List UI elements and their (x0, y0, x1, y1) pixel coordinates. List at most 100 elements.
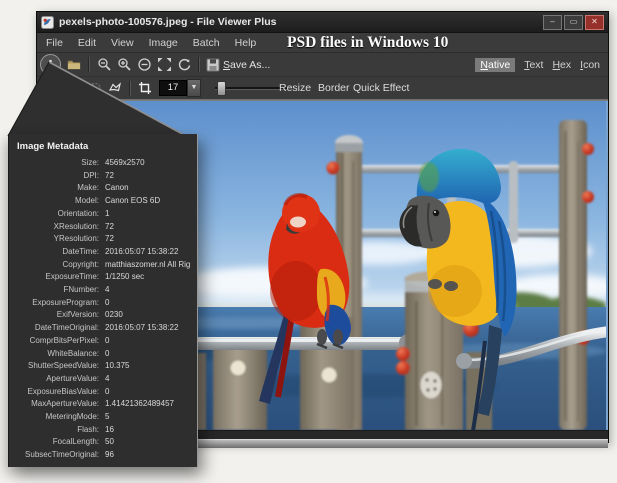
menu-item[interactable]: File (46, 37, 63, 49)
edit-action-button[interactable]: Resize (279, 77, 311, 99)
desktop-background: pexels-photo-100576.jpeg - File Viewer P… (0, 0, 617, 483)
metadata-row: YResolution: 72 (15, 233, 190, 246)
menu-item[interactable]: Edit (78, 37, 96, 49)
metadata-label: DateTime: (15, 246, 99, 259)
metadata-row: MeteringMode: 5 (15, 411, 190, 424)
metadata-value: 0 (105, 348, 190, 361)
metadata-value: 1.41421362489457 (105, 398, 190, 411)
maximize-button[interactable]: ▭ (564, 15, 583, 30)
minimize-button[interactable]: – (543, 15, 562, 30)
fit-window-button[interactable] (154, 55, 174, 74)
metadata-value: 4569x2570 (105, 157, 190, 170)
metadata-label: Model: (15, 195, 99, 208)
zoom-in-icon (117, 57, 132, 72)
metadata-value: Canon EOS 6D (105, 195, 190, 208)
metadata-row: DateTime: 2016:05:07 15:38:22 (15, 246, 190, 259)
metadata-row: ExposureProgram: 0 (15, 297, 190, 310)
metadata-row: Model: Canon EOS 6D (15, 195, 190, 208)
view-tab[interactable]: Native (475, 58, 515, 72)
metadata-row: ShutterSpeedValue: 10.375 (15, 360, 190, 373)
metadata-row: Orientation: 1 (15, 208, 190, 221)
page-caption: PSD files in Windows 10 (287, 33, 448, 52)
metadata-row: MaxApertureValue: 1.41421362489457 (15, 398, 190, 411)
metadata-label: ApertureValue: (15, 373, 99, 386)
metadata-label: ExifVersion: (15, 309, 99, 322)
edit-actions: Resize BorderQuick Effect (37, 77, 608, 99)
metadata-row: ExposureTime: 1/1250 sec (15, 271, 190, 284)
metadata-row: DateTimeOriginal: 2016:05:07 15:38:22 (15, 322, 190, 335)
view-tab-label: Hex (552, 59, 571, 71)
metadata-label: XResolution: (15, 221, 99, 234)
metadata-label: Copyright: (15, 259, 99, 272)
metadata-value: 96 (105, 449, 190, 462)
edit-action-button[interactable]: Border (318, 77, 350, 99)
actual-size-button[interactable] (134, 55, 154, 74)
metadata-label: SubsecTimeOriginal: (15, 449, 99, 462)
metadata-value: 0 (105, 297, 190, 310)
metadata-value: 16 (105, 424, 190, 437)
toolbar-separator (88, 57, 90, 72)
menu-bar: File Edit View Image Batch Help PSD files in … (37, 33, 608, 53)
metadata-label: MaxApertureValue: (15, 398, 99, 411)
metadata-row: Make: Canon (15, 182, 190, 195)
metadata-label: WhiteBalance: (15, 348, 99, 361)
metadata-label: ShutterSpeedValue: (15, 360, 99, 373)
open-folder-icon (67, 57, 82, 72)
zoom-in-button[interactable] (114, 55, 134, 74)
menu-item[interactable]: Help (235, 37, 257, 49)
edit-action-button[interactable]: Quick Effect (353, 77, 409, 99)
menu-item[interactable]: Image (149, 37, 178, 49)
save-as-button[interactable]: Save As... (206, 58, 270, 72)
metadata-value: 2016:05:07 15:38:22 (105, 246, 190, 259)
metadata-value: 0 (105, 386, 190, 399)
metadata-row: ExifVersion: 0230 (15, 309, 190, 322)
main-toolbar: Save As... Native Text Hex Icon (37, 53, 608, 77)
close-button[interactable]: ✕ (585, 15, 604, 30)
rotate-button[interactable] (174, 55, 194, 74)
metadata-value: matthiaszomer.nl All Rights Res (105, 259, 190, 272)
metadata-value: Canon (105, 182, 190, 195)
zoom-out-button[interactable] (94, 55, 114, 74)
metadata-row: Copyright: matthiaszomer.nl All Rights R… (15, 259, 190, 272)
metadata-value: 10.375 (105, 360, 190, 373)
menu-item[interactable]: View (111, 37, 134, 49)
edit-toolbar: 17 ▼ ResizeBorderQuick Effect (37, 77, 608, 100)
metadata-label: FocalLength: (15, 436, 99, 449)
metadata-value: 5 (105, 411, 190, 424)
info-icon (45, 59, 56, 70)
metadata-value: 0230 (105, 309, 190, 322)
view-tab[interactable]: Hex (552, 59, 571, 71)
menu-item[interactable]: Batch (193, 37, 220, 49)
save-floppy-icon (206, 58, 220, 72)
metadata-label: ExposureTime: (15, 271, 99, 284)
metadata-row: FNumber: 4 (15, 284, 190, 297)
view-tab-label: Text (524, 59, 543, 71)
app-icon (41, 16, 54, 29)
metadata-row: ExposureBiasValue: 0 (15, 386, 190, 399)
metadata-value: 4 (105, 284, 190, 297)
view-tab[interactable]: Text (524, 59, 543, 71)
open-button[interactable] (64, 55, 84, 74)
metadata-label: MeteringMode: (15, 411, 99, 424)
metadata-row: ComprBitsPerPixel: 0 (15, 335, 190, 348)
metadata-row: FocalLength: 50 (15, 436, 190, 449)
view-tab-label: Native (480, 59, 510, 71)
metadata-value: 72 (105, 233, 190, 246)
metadata-value: 72 (105, 221, 190, 234)
metadata-label: ComprBitsPerPixel: (15, 335, 99, 348)
metadata-label: YResolution: (15, 233, 99, 246)
title-bar[interactable]: pexels-photo-100576.jpeg - File Viewer P… (37, 12, 608, 33)
metadata-label: Size: (15, 157, 99, 170)
metadata-value: 1 (105, 208, 190, 221)
fit-window-icon (157, 57, 172, 72)
metadata-row: Size: 4569x2570 (15, 157, 190, 170)
metadata-rows: Size: 4569x2570 DPI: 72 Make: Canon Mode… (15, 157, 190, 462)
info-button[interactable] (40, 54, 61, 75)
view-tab[interactable]: Icon (580, 59, 600, 71)
view-tab-label: Icon (580, 59, 600, 71)
metadata-label: FNumber: (15, 284, 99, 297)
metadata-row: ApertureValue: 4 (15, 373, 190, 386)
edit-action-label: Quick Effect (353, 82, 409, 94)
zoom-out-icon (97, 57, 112, 72)
metadata-label: Orientation: (15, 208, 99, 221)
